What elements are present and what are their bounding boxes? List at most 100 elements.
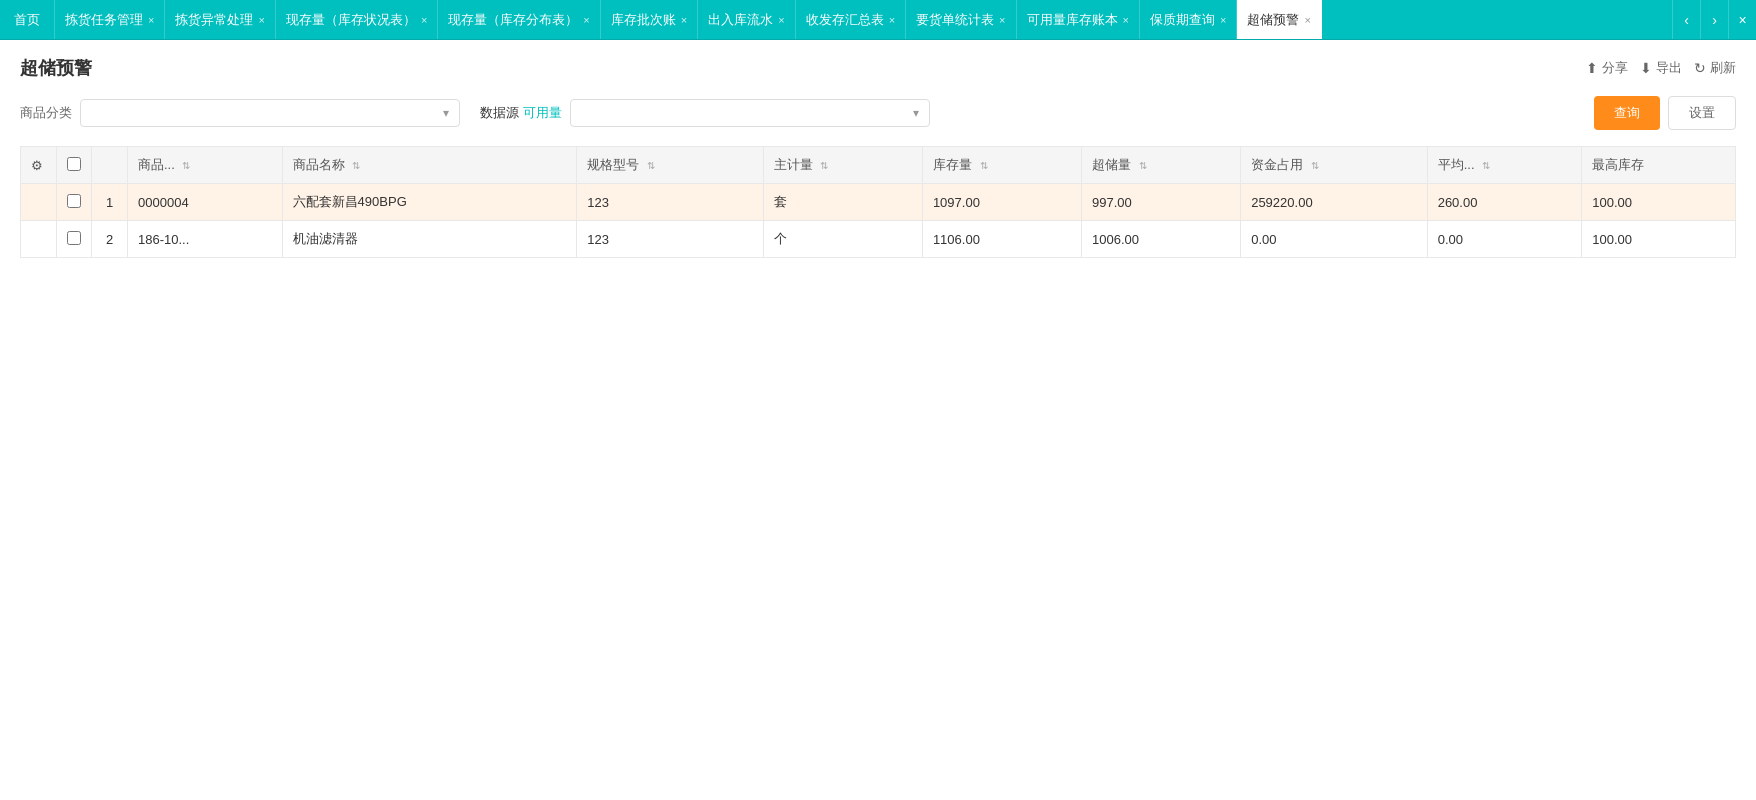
th-avg[interactable]: 平均... ⇅ <box>1427 147 1582 184</box>
nav-tab-3[interactable]: 现存量（库存分布表） × <box>438 0 600 40</box>
row-max-stock: 100.00 <box>1582 221 1736 258</box>
nav-tab-close-9[interactable]: × <box>1220 14 1226 26</box>
nav-tab-close-5[interactable]: × <box>778 14 784 26</box>
nav-tab-10[interactable]: 超储预警 × <box>1237 0 1321 40</box>
nav-arrow-left[interactable]: ‹ <box>1672 0 1700 40</box>
nav-tab-4[interactable]: 库存批次账 × <box>601 0 698 40</box>
nav-arrow-right[interactable]: › <box>1700 0 1728 40</box>
row-unit: 套 <box>763 184 922 221</box>
row-spec: 123 <box>577 221 764 258</box>
filter-category: 商品分类 ▾ <box>20 99 460 127</box>
row-checkbox[interactable] <box>67 194 81 208</box>
th-seq <box>92 147 128 184</box>
refresh-icon: ↻ <box>1694 60 1706 76</box>
nav-arrow-close[interactable]: × <box>1728 0 1756 40</box>
row-avg: 260.00 <box>1427 184 1582 221</box>
th-product-code[interactable]: 商品... ⇅ <box>128 147 283 184</box>
data-table: ⚙ 商品... ⇅ 商品名称 ⇅ 规格型号 ⇅ <box>20 146 1736 258</box>
row-gear-cell <box>21 184 57 221</box>
th-gear[interactable]: ⚙ <box>21 147 57 184</box>
nav-tab-close-4[interactable]: × <box>681 14 687 26</box>
row-max-stock: 100.00 <box>1582 184 1736 221</box>
row-spec: 123 <box>577 184 764 221</box>
nav-tab-close-3[interactable]: × <box>583 14 589 26</box>
select-all-checkbox[interactable] <box>67 157 81 171</box>
query-button[interactable]: 查询 <box>1594 96 1660 130</box>
nav-tab-9[interactable]: 保质期查询 × <box>1140 0 1237 40</box>
row-seq: 1 <box>92 184 128 221</box>
nav-tab-close-8[interactable]: × <box>1123 14 1129 26</box>
page-title: 超储预警 <box>20 56 92 80</box>
th-max-stock: 最高库存 <box>1582 147 1736 184</box>
share-action[interactable]: ⬆ 分享 <box>1586 59 1628 77</box>
nav-tab-close-2[interactable]: × <box>421 14 427 26</box>
table-row: 2 186-10... 机油滤清器 123 个 1106.00 1006.00 … <box>21 221 1736 258</box>
nav-arrows: ‹ › × <box>1672 0 1756 40</box>
nav-tab-close-7[interactable]: × <box>999 14 1005 26</box>
row-gear-cell <box>21 221 57 258</box>
row-product-name: 机油滤清器 <box>282 221 577 258</box>
th-stock[interactable]: 库存量 ⇅ <box>922 147 1081 184</box>
row-product-code: 0000004 <box>128 184 283 221</box>
row-stock: 1097.00 <box>922 184 1081 221</box>
export-action[interactable]: ⬇ 导出 <box>1640 59 1682 77</box>
nav-home[interactable]: 首页 <box>0 0 55 40</box>
row-capital: 0.00 <box>1241 221 1428 258</box>
datasource-chevron-icon: ▾ <box>913 106 919 120</box>
sort-icon-spec: ⇅ <box>647 160 655 171</box>
row-product-name: 六配套新昌490BPG <box>282 184 577 221</box>
row-checkbox-cell[interactable] <box>57 184 92 221</box>
sort-icon-product-name: ⇅ <box>352 160 360 171</box>
row-product-code: 186-10... <box>128 221 283 258</box>
chevron-down-icon: ▾ <box>443 106 449 120</box>
settings-button[interactable]: 设置 <box>1668 96 1736 130</box>
category-select[interactable]: ▾ <box>80 99 460 127</box>
sort-icon-avg: ⇅ <box>1482 160 1490 171</box>
sort-icon-product-code: ⇅ <box>182 160 190 171</box>
row-avg: 0.00 <box>1427 221 1582 258</box>
nav-tab-close-10[interactable]: × <box>1304 14 1310 26</box>
row-over-stock: 1006.00 <box>1082 221 1241 258</box>
row-seq: 2 <box>92 221 128 258</box>
row-over-stock: 997.00 <box>1082 184 1241 221</box>
category-label: 商品分类 <box>20 104 72 122</box>
nav-tab-close-0[interactable]: × <box>148 14 154 26</box>
th-checkbox[interactable] <box>57 147 92 184</box>
nav-tab-0[interactable]: 拣货任务管理 × <box>55 0 165 40</box>
nav-tab-7[interactable]: 要货单统计表 × <box>906 0 1016 40</box>
th-spec[interactable]: 规格型号 ⇅ <box>577 147 764 184</box>
row-checkbox[interactable] <box>67 231 81 245</box>
row-unit: 个 <box>763 221 922 258</box>
refresh-action[interactable]: ↻ 刷新 <box>1694 59 1736 77</box>
sort-icon-over-stock: ⇅ <box>1139 160 1147 171</box>
datasource-select[interactable]: ▾ <box>570 99 930 127</box>
header-actions: ⬆ 分享 ⬇ 导出 ↻ 刷新 <box>1586 59 1736 77</box>
page-header: 超储预警 ⬆ 分享 ⬇ 导出 ↻ 刷新 <box>20 56 1736 80</box>
nav-tab-8[interactable]: 可用量库存账本 × <box>1017 0 1140 40</box>
nav-tab-2[interactable]: 现存量（库存状况表） × <box>276 0 438 40</box>
row-checkbox-cell[interactable] <box>57 221 92 258</box>
th-capital[interactable]: 资金占用 ⇅ <box>1241 147 1428 184</box>
th-product-name[interactable]: 商品名称 ⇅ <box>282 147 577 184</box>
th-unit[interactable]: 主计量 ⇅ <box>763 147 922 184</box>
nav-tab-5[interactable]: 出入库流水 × <box>698 0 795 40</box>
datasource-value: 可用量 <box>523 105 562 120</box>
filter-actions: 查询 设置 <box>1594 96 1736 130</box>
table-row: 1 0000004 六配套新昌490BPG 123 套 1097.00 997.… <box>21 184 1736 221</box>
top-nav: 首页 拣货任务管理 × 拣货异常处理 × 现存量（库存状况表） × 现存量（库存… <box>0 0 1756 40</box>
th-over-stock[interactable]: 超储量 ⇅ <box>1082 147 1241 184</box>
filter-row: 商品分类 ▾ 数据源 可用量 ▾ 查询 设置 <box>20 96 1736 130</box>
nav-tab-close-6[interactable]: × <box>889 14 895 26</box>
row-stock: 1106.00 <box>922 221 1081 258</box>
sort-icon-stock: ⇅ <box>980 160 988 171</box>
nav-tab-6[interactable]: 收发存汇总表 × <box>796 0 906 40</box>
nav-tab-1[interactable]: 拣货异常处理 × <box>165 0 275 40</box>
export-icon: ⬇ <box>1640 60 1652 76</box>
share-icon: ⬆ <box>1586 60 1598 76</box>
datasource-label: 数据源 可用量 <box>480 104 562 122</box>
filter-datasource: 数据源 可用量 ▾ <box>480 99 930 127</box>
table-header-row: ⚙ 商品... ⇅ 商品名称 ⇅ 规格型号 ⇅ <box>21 147 1736 184</box>
nav-tab-close-1[interactable]: × <box>258 14 264 26</box>
row-capital: 259220.00 <box>1241 184 1428 221</box>
sort-icon-unit: ⇅ <box>820 160 828 171</box>
